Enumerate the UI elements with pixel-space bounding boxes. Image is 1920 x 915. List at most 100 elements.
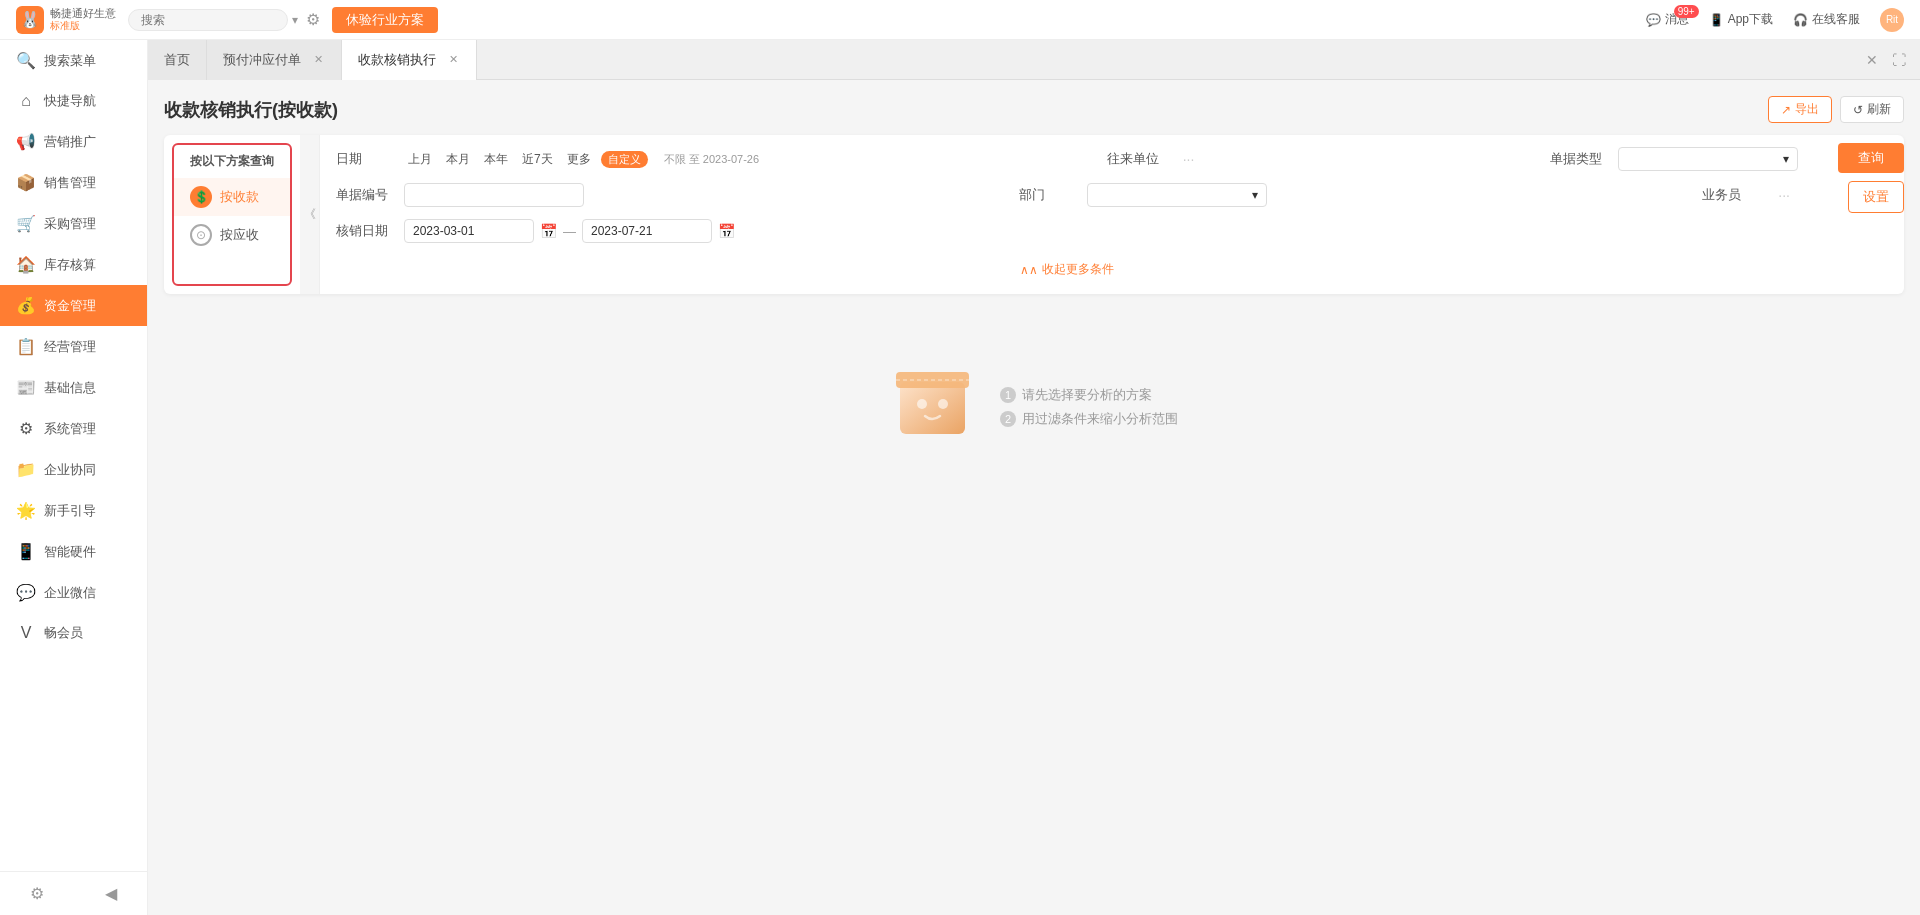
tab-close-all-icon[interactable]: ✕ [1860,48,1884,72]
date-last-month[interactable]: 上月 [404,149,436,170]
verify-date-end-input[interactable] [582,219,712,243]
filter-settings-button[interactable]: 设置 [1848,181,1904,213]
voucher-type-select[interactable]: ▾ [1618,147,1798,171]
department-label: 部门 [1019,186,1071,204]
industry-solution-button[interactable]: 休验行业方案 [332,7,438,33]
sidebar-item-guide[interactable]: 🌟 新手引导 [0,490,147,531]
sidebar-item-system[interactable]: ⚙ 系统管理 [0,408,147,449]
user-avatar[interactable]: Rit [1880,8,1904,32]
enterprise-icon: 📁 [16,460,36,479]
topbar-right: 💬 消息 99+ 📱 App下载 🎧 在线客服 Rit [1646,8,1904,32]
empty-state-icon [890,354,980,444]
main-content: 收款核销执行(按收款) ↗ 导出 ↺ 刷新 按以下方案查询 💲 按收款 ⊙ 按应… [148,80,1920,915]
export-icon: ↗ [1781,103,1791,117]
counterparty-dots: ··· [1175,147,1203,171]
sidebar-item-basic-info[interactable]: 📰 基础信息 [0,367,147,408]
app-download-button[interactable]: 📱 App下载 [1709,11,1773,28]
sidebar-item-hardware[interactable]: 📱 智能硬件 [0,531,147,572]
verify-date-start-input[interactable] [404,219,534,243]
filter-collapse-button[interactable]: 《 [300,135,320,294]
sales-icon: 📦 [16,173,36,192]
filter-row-2: 单据编号 部门 ▾ 业务员 ··· [336,183,1798,207]
logo-icon: 🐰 [16,6,44,34]
sidebar-item-quick-nav[interactable]: ⌂ 快捷导航 [0,81,147,121]
counterparty-label: 往来单位 [1107,150,1159,168]
date-label: 日期 [336,150,388,168]
app-icon: 📱 [1709,13,1724,27]
date-custom-badge[interactable]: 自定义 [601,151,648,168]
quick-nav-icon: ⌂ [16,92,36,110]
date-this-month[interactable]: 本月 [442,149,474,170]
query-button[interactable]: 查询 [1838,143,1904,173]
date-more[interactable]: 更多 [563,149,595,170]
date-options: 上月 本月 本年 近7天 更多 自定义 [404,149,648,170]
verify-date-end-calendar-icon[interactable]: 📅 [718,223,735,239]
staff-dots: ··· [1770,183,1798,207]
member-icon: V [16,624,36,642]
voucher-no-input[interactable] [404,183,584,207]
filter-row-3: 核销日期 📅 — 📅 [336,219,1798,243]
message-icon: 💬 [1646,13,1661,27]
search-dropdown-icon[interactable]: ▾ [292,13,298,27]
sidebar-bottom-settings-icon[interactable]: ⚙ [22,880,52,907]
search-menu-icon: 🔍 [16,51,36,70]
sidebar-item-marketing[interactable]: 📢 营销推广 [0,121,147,162]
sidebar-item-wechat[interactable]: 💬 企业微信 [0,572,147,613]
empty-box-svg [890,354,980,444]
sidebar-item-purchase[interactable]: 🛒 采购管理 [0,203,147,244]
svg-point-3 [938,399,948,409]
hardware-icon: 📱 [16,542,36,561]
sidebar-item-member[interactable]: V 畅会员 [0,613,147,653]
filter-by-receipt[interactable]: 💲 按收款 [174,178,290,216]
tab-receipt-offset[interactable]: 收款核销执行 ✕ [342,40,477,80]
voucher-type-label: 单据类型 [1550,150,1602,168]
system-icon: ⚙ [16,419,36,438]
refresh-icon: ↺ [1853,103,1863,117]
marketing-icon: 📢 [16,132,36,151]
date-this-year[interactable]: 本年 [480,149,512,170]
tab-prepay-close-icon[interactable]: ✕ [311,53,325,67]
collapse-more-button[interactable]: ∧∧ 收起更多条件 [336,255,1798,282]
sidebar-item-search-menu[interactable]: 🔍 搜索菜单 [0,40,147,81]
sidebar-item-finance[interactable]: 💰 资金管理 [0,285,147,326]
filter-type-sidebar: 按以下方案查询 💲 按收款 ⊙ 按应收 [172,143,292,286]
empty-hint-1: 1 请先选择要分析的方案 [1000,383,1178,407]
messages-badge: 99+ [1674,5,1699,18]
voucher-type-chevron-icon: ▾ [1783,152,1789,166]
messages-button[interactable]: 💬 消息 99+ [1646,11,1689,28]
filter-by-receivable[interactable]: ⊙ 按应收 [174,216,290,254]
empty-hint-2: 2 用过滤条件来缩小分析范围 [1000,407,1178,431]
voucher-no-label: 单据编号 [336,186,388,204]
sidebar-collapse-icon[interactable]: ◀ [97,880,125,907]
app-logo: 🐰 畅捷通好生意 标准版 [16,6,116,34]
sidebar-item-operations[interactable]: 📋 经营管理 [0,326,147,367]
by-receivable-icon: ⊙ [190,224,212,246]
verify-date-start-calendar-icon[interactable]: 📅 [540,223,557,239]
page-title: 收款核销执行(按收款) [164,98,338,122]
query-btn-area: 查询 设置 [1814,135,1904,294]
service-icon: 🎧 [1793,13,1808,27]
sidebar: 🔍 搜索菜单 ⌂ 快捷导航 📢 营销推广 📦 销售管理 🛒 采购管理 🏠 库存核… [0,40,148,915]
guide-icon: 🌟 [16,501,36,520]
topbar-settings-icon[interactable]: ⚙ [306,10,320,29]
finance-icon: 💰 [16,296,36,315]
by-receipt-icon: 💲 [190,186,212,208]
sidebar-item-inventory[interactable]: 🏠 库存核算 [0,244,147,285]
svg-rect-0 [900,382,965,434]
staff-label: 业务员 [1702,186,1754,204]
date-last-7-days[interactable]: 近7天 [518,149,557,170]
sidebar-item-enterprise[interactable]: 📁 企业协同 [0,449,147,490]
department-select[interactable]: ▾ [1087,183,1267,207]
online-service-button[interactable]: 🎧 在线客服 [1793,11,1860,28]
export-button[interactable]: ↗ 导出 [1768,96,1832,123]
filter-sidebar-title: 按以下方案查询 [174,149,290,178]
sidebar-item-sales[interactable]: 📦 销售管理 [0,162,147,203]
basic-info-icon: 📰 [16,378,36,397]
tab-expand-icon[interactable]: ⛶ [1886,48,1912,72]
search-input[interactable] [128,9,288,31]
tab-prepay-offset[interactable]: 预付冲应付单 ✕ [207,40,342,80]
tab-receipt-close-icon[interactable]: ✕ [446,53,460,67]
refresh-button[interactable]: ↺ 刷新 [1840,96,1904,123]
tab-home[interactable]: 首页 [148,40,207,80]
page-actions: ↗ 导出 ↺ 刷新 [1768,96,1904,123]
